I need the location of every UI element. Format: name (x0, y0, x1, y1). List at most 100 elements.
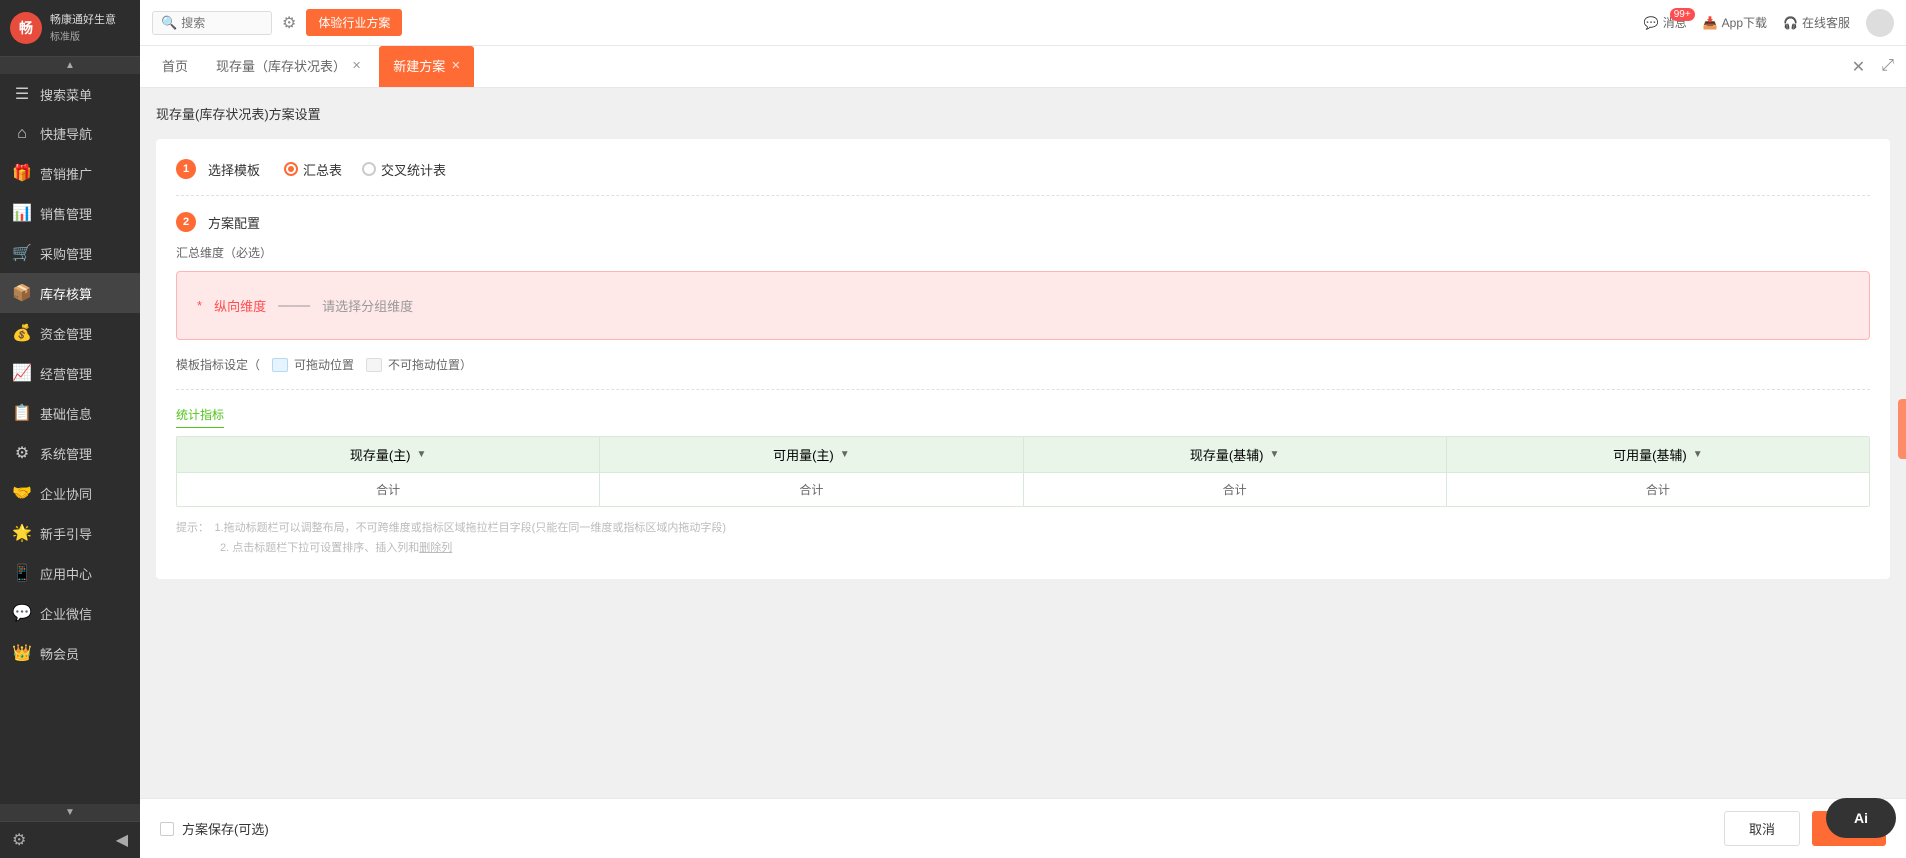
stats-col-4-label: 可用量(基辅) (1613, 445, 1687, 464)
tab-home[interactable]: 首页 (148, 46, 202, 87)
ai-label: Ai (1854, 810, 1868, 826)
service-icon: 🎧 (1783, 16, 1798, 30)
expand-icon[interactable]: ⤢ (1877, 53, 1898, 81)
search-input[interactable] (181, 16, 261, 30)
operations-icon: 📈 (12, 363, 32, 383)
stats-col-2-chevron: ▼ (840, 449, 850, 460)
sidebar-item-label: 搜索菜单 (40, 85, 92, 104)
newcomer-icon: 🌟 (12, 523, 32, 543)
inventory-icon: 📦 (12, 283, 32, 303)
sidebar-item-inventory[interactable]: 📦 库存核算 (0, 273, 140, 313)
sidebar-item-purchase[interactable]: 🛒 采购管理 (0, 233, 140, 273)
stats-col-3-chevron: ▼ (1270, 449, 1280, 460)
ai-bubble[interactable]: Ai (1826, 798, 1896, 838)
tab-inventory-status[interactable]: 现存量（库存状况表） ✕ (202, 46, 375, 87)
search-icon: ☰ (12, 84, 32, 104)
stats-col-3-value: 合计 (1223, 481, 1247, 498)
tab-new-plan-close[interactable]: ✕ (451, 59, 460, 72)
sidebar: 畅 畅康通好生意 标准版 ▲ ☰ 搜索菜单 ⌂ 快捷导航 🎁 营销推广 📊 销售… (0, 0, 140, 858)
gift-icon: 🎁 (12, 163, 32, 183)
tab-expand-controls: ✕ ⤢ (1848, 53, 1898, 81)
tab-new-plan-label: 新建方案 (393, 56, 445, 75)
app-name: 畅康通好生意 (50, 13, 116, 27)
tab-home-label: 首页 (162, 56, 188, 75)
search-icon: 🔍 (161, 15, 177, 31)
sidebar-item-operations[interactable]: 📈 经营管理 (0, 353, 140, 393)
close-panel-icon[interactable]: ✕ (1848, 53, 1869, 81)
radio-cross[interactable]: 交叉统计表 (362, 160, 446, 179)
radio-summary-dot (284, 162, 298, 176)
topbar: 🔍 ⚙ 体验行业方案 💬 消息 99+ 📥 App下载 🎧 在线客服 (140, 0, 1906, 46)
sidebar-item-search[interactable]: ☰ 搜索菜单 (0, 74, 140, 114)
sidebar-item-newcomer[interactable]: 🌟 新手引导 (0, 513, 140, 553)
stats-col-4-value: 合计 (1646, 481, 1670, 498)
wechat-icon: 💬 (12, 603, 32, 623)
basic-info-icon: 📋 (12, 403, 32, 423)
sales-icon: 📊 (12, 203, 32, 223)
search-box[interactable]: 🔍 (152, 11, 272, 35)
sidebar-nav: ☰ 搜索菜单 ⌂ 快捷导航 🎁 营销推广 📊 销售管理 🛒 采购管理 📦 库存核… (0, 74, 140, 804)
tab-new-plan[interactable]: 新建方案 ✕ (379, 46, 474, 87)
sidebar-logo: 畅 畅康通好生意 标准版 (0, 0, 140, 57)
sidebar-item-label: 畅会员 (40, 644, 79, 663)
sidebar-item-marketing[interactable]: 🎁 营销推广 (0, 153, 140, 193)
radio-summary[interactable]: 汇总表 (284, 160, 342, 179)
sidebar-item-member[interactable]: 👑 畅会员 (0, 633, 140, 673)
sidebar-item-app-center[interactable]: 📱 应用中心 (0, 553, 140, 593)
summary-dim-label: 汇总维度（必选） (176, 244, 1870, 261)
right-edge-handle[interactable] (1898, 399, 1906, 459)
footer-left: 方案保存(可选) (160, 819, 269, 838)
app-download-label: App下载 (1722, 14, 1767, 31)
stats-col-1-header[interactable]: 现存量(主) ▼ (177, 437, 600, 472)
message-icon: 💬 (1644, 16, 1659, 30)
stats-col-4-header[interactable]: 可用量(基辅) ▼ (1447, 437, 1869, 472)
step2-row: 2 方案配置 (176, 212, 1870, 232)
message-item[interactable]: 💬 消息 99+ (1644, 14, 1687, 31)
sidebar-item-enterprise[interactable]: 🤝 企业协同 (0, 473, 140, 513)
sidebar-item-label: 营销推广 (40, 164, 92, 183)
sidebar-item-finance[interactable]: 💰 资金管理 (0, 313, 140, 353)
stats-table-data-row: 合计 合计 合计 合计 (177, 472, 1869, 506)
step1-row: 1 选择模板 汇总表 交叉统计表 (176, 159, 1870, 179)
sidebar-scroll-up[interactable]: ▲ (0, 57, 140, 74)
fixed-box (366, 358, 382, 372)
fixed-label: 不可拖动位置） (388, 356, 472, 373)
stats-col-3-label: 现存量(基辅) (1190, 445, 1264, 464)
user-avatar[interactable] (1866, 9, 1894, 37)
step2-label: 方案配置 (208, 213, 260, 232)
save-plan-checkbox[interactable] (160, 822, 174, 836)
dim-area[interactable]: * 纵向维度 —— 请选择分组维度 (176, 271, 1870, 340)
step2-num: 2 (176, 212, 196, 232)
main-area: 🔍 ⚙ 体验行业方案 💬 消息 99+ 📥 App下载 🎧 在线客服 (140, 0, 1906, 858)
stats-col-2-header[interactable]: 可用量(主) ▼ (600, 437, 1023, 472)
stats-col-3-header[interactable]: 现存量(基辅) ▼ (1024, 437, 1447, 472)
app-center-icon: 📱 (12, 563, 32, 583)
sidebar-item-quick-nav[interactable]: ⌂ 快捷导航 (0, 114, 140, 153)
cancel-button[interactable]: 取消 (1724, 811, 1800, 846)
stats-col-1-value: 合计 (376, 481, 400, 498)
stats-section: 统计指标 现存量(主) ▼ 可用量(主) ▼ 现存量(基辅) (176, 406, 1870, 507)
delete-col-link[interactable]: 删除列 (419, 542, 452, 554)
sidebar-item-wechat[interactable]: 💬 企业微信 (0, 593, 140, 633)
trial-btn[interactable]: 体验行业方案 (306, 9, 402, 36)
sidebar-item-basic-info[interactable]: 📋 基础信息 (0, 393, 140, 433)
app-download-item[interactable]: 📥 App下载 (1703, 14, 1767, 31)
stats-col-1-chevron: ▼ (417, 449, 427, 460)
online-service-item[interactable]: 🎧 在线客服 (1783, 14, 1850, 31)
settings-icon[interactable]: ⚙ (12, 830, 26, 850)
stats-title: 统计指标 (176, 406, 224, 428)
collapse-icon[interactable]: ◀ (116, 830, 128, 850)
sidebar-item-sales[interactable]: 📊 销售管理 (0, 193, 140, 233)
vertical-dim-label: 纵向维度 (214, 296, 266, 315)
required-star: * (197, 298, 202, 313)
fixed-legend: 不可拖动位置） (366, 356, 472, 373)
sidebar-item-system[interactable]: ⚙ 系统管理 (0, 433, 140, 473)
sidebar-scroll-down[interactable]: ▼ (0, 804, 140, 821)
tab-inventory-status-close[interactable]: ✕ (352, 59, 361, 72)
sidebar-item-label: 新手引导 (40, 524, 92, 543)
stats-col-1-data: 合计 (177, 472, 600, 506)
sidebar-item-label: 应用中心 (40, 564, 92, 583)
stats-col-2-value: 合计 (799, 481, 823, 498)
indicator-setting: 模板指标设定（ 可拖动位置 不可拖动位置） (176, 356, 1870, 373)
gear-icon[interactable]: ⚙ (282, 13, 296, 33)
